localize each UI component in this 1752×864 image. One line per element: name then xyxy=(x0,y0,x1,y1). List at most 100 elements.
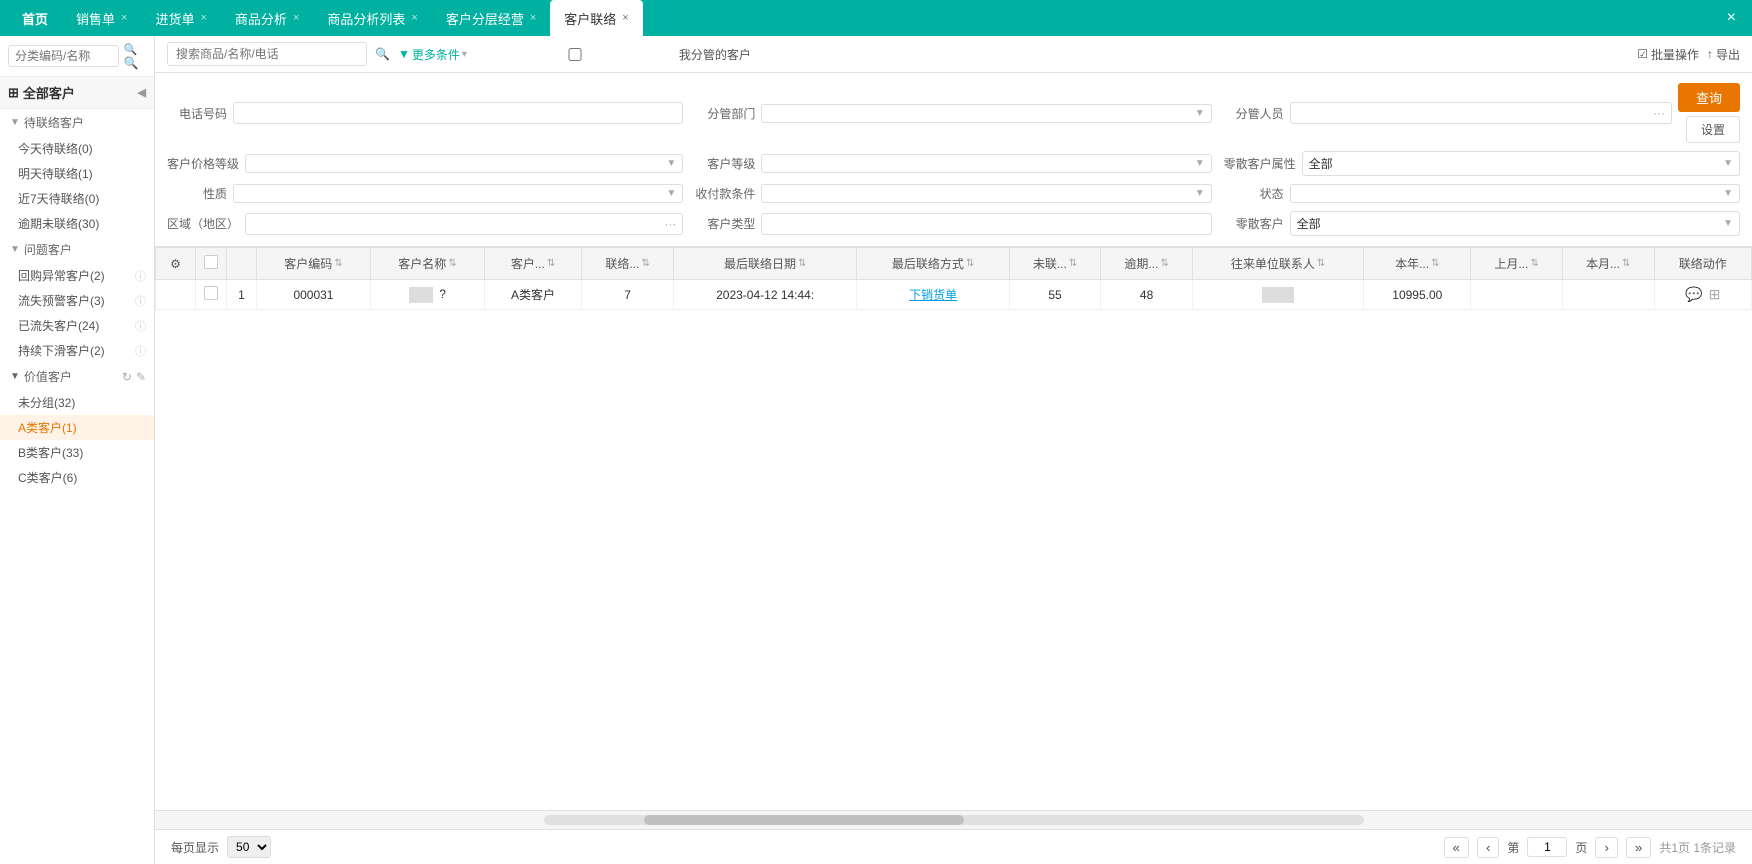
sidebar-group-value[interactable]: ▼ 价值客户 ↻ ✎ xyxy=(0,363,154,390)
filter-dept-select[interactable]: ▼ xyxy=(761,104,1211,123)
action-chat-icon[interactable]: 💬 xyxy=(1685,286,1702,303)
action-qr-icon[interactable]: ⊞ xyxy=(1709,286,1721,303)
col-code[interactable]: 客户编码 ⇅ xyxy=(257,248,371,280)
row-last-month-cell xyxy=(1471,280,1563,310)
sidebar-group-pending[interactable]: ▼ 待联络客户 xyxy=(0,109,154,136)
sidebar-item-tomorrow[interactable]: 明天待联络(1) xyxy=(0,161,154,186)
col-this-month-sort[interactable]: ⇅ xyxy=(1622,258,1630,269)
col-type-sort[interactable]: ⇅ xyxy=(547,258,555,269)
filter-nature-select[interactable]: ▼ xyxy=(233,184,683,203)
col-name[interactable]: 客户名称 ⇅ xyxy=(370,248,484,280)
filter-manager-select[interactable]: ··· xyxy=(1290,102,1672,124)
row-checkbox[interactable] xyxy=(204,286,218,300)
next-page-button[interactable]: › xyxy=(1595,837,1617,858)
scroll-thumb[interactable] xyxy=(644,815,964,825)
col-overdue[interactable]: 逾期... ⇅ xyxy=(1101,248,1193,280)
sidebar-item-c-class[interactable]: C类客户(6) xyxy=(0,465,154,490)
batch-ops-button[interactable]: ☑ 批量操作 xyxy=(1637,46,1699,63)
nav-item-purchase[interactable]: 进货单 × xyxy=(141,0,220,36)
last-contact-method-link[interactable]: 下销货单 xyxy=(909,288,957,302)
col-contact-person[interactable]: 往来单位联系人 ⇅ xyxy=(1192,248,1363,280)
sidebar-item-a-class[interactable]: A类客户(1) xyxy=(0,415,154,440)
filter-customer-level: 客户等级 ▼ xyxy=(695,151,1211,176)
sidebar-item-7days[interactable]: 近7天待联络(0) xyxy=(0,186,154,211)
sidebar-item-unclassified[interactable]: 未分组(32) xyxy=(0,390,154,415)
col-last-date-sort[interactable]: ⇅ xyxy=(798,258,806,269)
col-last-date[interactable]: 最后联络日期 ⇅ xyxy=(673,248,857,280)
col-last-month-sort[interactable]: ⇅ xyxy=(1530,258,1538,269)
filter-status-select[interactable]: ▼ xyxy=(1290,184,1740,203)
col-contact-count-sort[interactable]: ⇅ xyxy=(641,258,649,269)
toolbar-search-icon[interactable]: 🔍 xyxy=(375,47,390,61)
col-this-month[interactable]: 本月... ⇅ xyxy=(1562,248,1654,280)
triangle-icon-value: ▼ xyxy=(10,371,20,382)
nav-item-home[interactable]: 首页 xyxy=(8,0,62,36)
col-contact-person-sort[interactable]: ⇅ xyxy=(1317,258,1325,269)
filter-customer-type-input[interactable] xyxy=(761,213,1211,235)
sidebar-search-input[interactable] xyxy=(8,45,119,67)
edit-icon[interactable]: ✎ xyxy=(136,370,146,384)
col-uncontacted-sort[interactable]: ⇅ xyxy=(1069,258,1077,269)
filter-phone-input[interactable] xyxy=(233,102,683,124)
customer-level-arrow-icon: ▼ xyxy=(1195,158,1205,169)
close-all-button[interactable]: × xyxy=(1719,9,1744,27)
prev-page-button[interactable]: ‹ xyxy=(1477,837,1499,858)
col-overdue-sort[interactable]: ⇅ xyxy=(1160,258,1168,269)
more-filter-button[interactable]: ▼ 更多条件 ▾ xyxy=(398,46,467,63)
page-number-input[interactable] xyxy=(1527,837,1567,857)
nav-product-analysis-close[interactable]: × xyxy=(293,12,299,24)
col-this-year[interactable]: 本年... ⇅ xyxy=(1364,248,1471,280)
select-all-checkbox[interactable] xyxy=(204,255,218,269)
refresh-icon[interactable]: ↻ xyxy=(122,370,132,384)
my-customers-checkbox[interactable] xyxy=(475,48,675,61)
col-type[interactable]: 客户... ⇅ xyxy=(484,248,581,280)
col-contact-count[interactable]: 联络... ⇅ xyxy=(582,248,674,280)
filter-payment-select[interactable]: ▼ xyxy=(761,184,1211,203)
nav-sales-close[interactable]: × xyxy=(121,12,127,24)
nav-item-product-analysis[interactable]: 商品分析 × xyxy=(221,0,313,36)
last-page-button[interactable]: » xyxy=(1626,837,1651,858)
data-table: ⚙ 客户编码 ⇅ xyxy=(155,247,1752,310)
filter-retail-customer-select[interactable]: 全部 ▼ xyxy=(1290,211,1740,236)
col-settings[interactable]: ⚙ xyxy=(156,248,196,280)
col-code-sort[interactable]: ⇅ xyxy=(334,258,342,269)
sidebar-search-icon[interactable]: 🔍 xyxy=(123,42,146,70)
sidebar-item-declining[interactable]: 持续下滑客户(2) ⓘ xyxy=(0,338,154,363)
filter-customer-level-select[interactable]: ▼ xyxy=(761,154,1211,173)
sidebar-item-overdue[interactable]: 逾期未联络(30) xyxy=(0,211,154,236)
col-uncontacted[interactable]: 未联... ⇅ xyxy=(1009,248,1101,280)
col-last-method-sort[interactable]: ⇅ xyxy=(966,258,974,269)
nav-customer-contact-close[interactable]: × xyxy=(622,12,628,24)
per-page-select[interactable]: 50 xyxy=(227,836,271,858)
sidebar-item-churn-warning[interactable]: 流失预警客户(3) ⓘ xyxy=(0,288,154,313)
sidebar-item-today[interactable]: 今天待联络(0) xyxy=(0,136,154,161)
gear-icon[interactable]: ⚙ xyxy=(170,257,181,271)
filter-retail-attr-select[interactable]: 全部 ▼ xyxy=(1302,151,1740,176)
sidebar-collapse-icon[interactable]: ◀ xyxy=(138,86,146,99)
nav-item-sales[interactable]: 销售单 × xyxy=(62,0,141,36)
col-last-month[interactable]: 上月... ⇅ xyxy=(1471,248,1563,280)
nav-purchase-close[interactable]: × xyxy=(200,12,206,24)
col-name-sort[interactable]: ⇅ xyxy=(448,258,456,269)
sidebar-item-repurchase-abnormal[interactable]: 回购异常客户(2) ⓘ xyxy=(0,263,154,288)
sidebar-group-problem[interactable]: ▼ 问题客户 xyxy=(0,236,154,263)
sidebar-item-churned[interactable]: 已流失客户(24) ⓘ xyxy=(0,313,154,338)
col-this-year-sort[interactable]: ⇅ xyxy=(1431,258,1439,269)
nav-item-customer-segment[interactable]: 客户分层经营 × xyxy=(432,0,550,36)
filter-price-level-select[interactable]: ▼ xyxy=(245,154,683,173)
nav-item-customer-contact[interactable]: 客户联络 × xyxy=(550,0,642,36)
settings-button[interactable]: 设置 xyxy=(1686,116,1740,143)
export-button[interactable]: ↑ 导出 xyxy=(1707,46,1740,63)
sidebar-all-customers[interactable]: ⊞ 全部客户 ◀ xyxy=(0,77,154,109)
scroll-track[interactable] xyxy=(544,815,1364,825)
nav-product-analysis-list-close[interactable]: × xyxy=(411,12,417,24)
filter-region-select[interactable]: ··· xyxy=(245,213,683,235)
col-last-method[interactable]: 最后联络方式 ⇅ xyxy=(857,248,1009,280)
nav-customer-segment-close[interactable]: × xyxy=(530,12,536,24)
row-this-year-cell: 10995.00 xyxy=(1364,280,1471,310)
sidebar-item-b-class[interactable]: B类客户(33) xyxy=(0,440,154,465)
first-page-button[interactable]: « xyxy=(1444,837,1469,858)
nav-item-product-analysis-list[interactable]: 商品分析列表 × xyxy=(313,0,431,36)
query-button[interactable]: 查询 xyxy=(1678,83,1740,112)
toolbar-search-input[interactable] xyxy=(167,42,367,66)
